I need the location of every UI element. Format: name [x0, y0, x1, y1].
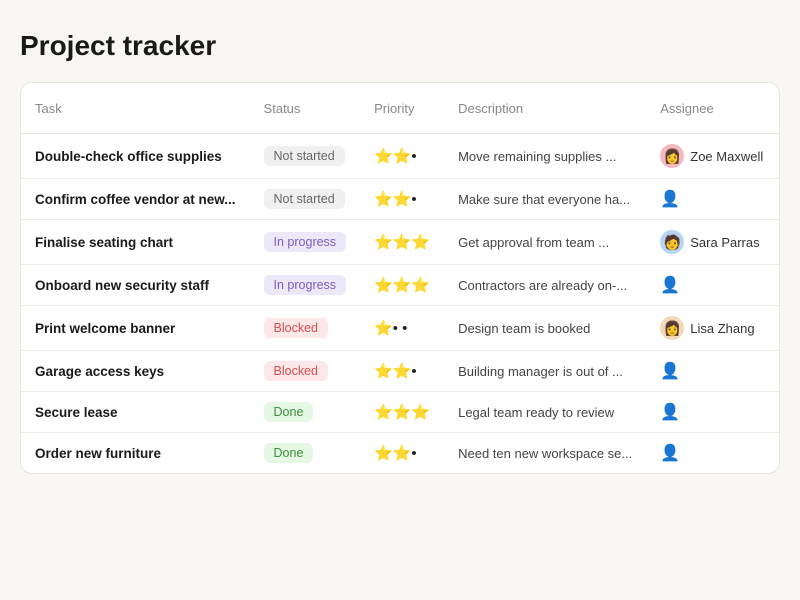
task-name: Order new furniture	[35, 446, 161, 461]
task-name: Secure lease	[35, 405, 118, 420]
priority-stars: ⭐⭐•	[374, 148, 417, 165]
col-header-task: Task	[21, 83, 250, 134]
status-badge: Done	[264, 443, 314, 463]
priority-stars: ⭐• •	[374, 320, 407, 337]
assignee-name: Lisa Zhang	[690, 321, 754, 336]
person-icon: 👤	[660, 361, 680, 381]
description-text: Building manager is out of ...	[458, 364, 623, 379]
avatar: 👩	[660, 316, 684, 340]
table-header-row: Task Status Priority Description Assigne…	[21, 83, 780, 134]
col-header-assignee: Assignee	[646, 83, 777, 134]
table-row: Onboard new security staff In progress ⭐⭐⭐…	[21, 265, 780, 306]
assignee-cell: 👤	[660, 361, 763, 381]
table-row: Garage access keys Blocked ⭐⭐• Building man…	[21, 351, 780, 392]
person-icon: 👤	[660, 443, 680, 463]
assignee-name: Sara Parras	[690, 235, 759, 250]
assignee-cell: 👤	[660, 402, 763, 422]
assignee-cell: 👤	[660, 443, 763, 463]
description-text: Legal team ready to review	[458, 405, 614, 420]
col-header-duedate: Due date	[777, 83, 780, 134]
assignee-cell: 🧑 Sara Parras	[660, 230, 763, 254]
status-badge: Blocked	[264, 361, 328, 381]
status-badge: In progress	[264, 275, 347, 295]
assignee-cell: 👤	[660, 275, 763, 295]
table-row: Confirm coffee vendor at new... Not start…	[21, 179, 780, 220]
task-name: Garage access keys	[35, 364, 164, 379]
project-table: Task Status Priority Description Assigne…	[21, 83, 780, 473]
person-icon: 👤	[660, 402, 680, 422]
assignee-cell: 👤	[660, 189, 763, 209]
assignee-name: Zoe Maxwell	[690, 149, 763, 164]
priority-stars: ⭐⭐•	[374, 363, 417, 380]
avatar: 👩	[660, 144, 684, 168]
priority-stars: ⭐⭐⭐	[374, 277, 430, 294]
person-icon: 👤	[660, 275, 680, 295]
table-row: Secure lease Done ⭐⭐⭐ Legal team ready to r…	[21, 392, 780, 433]
project-table-wrapper: Task Status Priority Description Assigne…	[20, 82, 780, 474]
col-header-description: Description	[444, 83, 646, 134]
task-name: Finalise seating chart	[35, 235, 173, 250]
task-name: Confirm coffee vendor at new...	[35, 192, 236, 207]
col-header-priority: Priority	[360, 83, 444, 134]
page-container: Project tracker Task Status Priority Des…	[20, 30, 780, 474]
description-text: Contractors are already on-...	[458, 278, 627, 293]
priority-stars: ⭐⭐⭐	[374, 234, 430, 251]
table-row: Double-check office supplies Not started ⭐…	[21, 134, 780, 179]
assignee-cell: 👩 Zoe Maxwell	[660, 144, 763, 168]
description-text: Move remaining supplies ...	[458, 149, 616, 164]
page-title: Project tracker	[20, 30, 780, 62]
table-row: Print welcome banner Blocked ⭐• • Design te…	[21, 306, 780, 351]
col-header-status: Status	[250, 83, 361, 134]
description-text: Need ten new workspace se...	[458, 446, 632, 461]
status-badge: Not started	[264, 189, 345, 209]
status-badge: Not started	[264, 146, 345, 166]
priority-stars: ⭐⭐•	[374, 445, 417, 462]
table-row: Finalise seating chart In progress ⭐⭐⭐ Get …	[21, 220, 780, 265]
status-badge: Done	[264, 402, 314, 422]
priority-stars: ⭐⭐•	[374, 191, 417, 208]
description-text: Get approval from team ...	[458, 235, 609, 250]
priority-stars: ⭐⭐⭐	[374, 404, 430, 421]
task-name: Onboard new security staff	[35, 278, 209, 293]
avatar: 🧑	[660, 230, 684, 254]
task-name: Double-check office supplies	[35, 149, 222, 164]
task-name: Print welcome banner	[35, 321, 175, 336]
status-badge: In progress	[264, 232, 347, 252]
person-icon: 👤	[660, 189, 680, 209]
description-text: Design team is booked	[458, 321, 590, 336]
status-badge: Blocked	[264, 318, 328, 338]
description-text: Make sure that everyone ha...	[458, 192, 630, 207]
table-row: Order new furniture Done ⭐⭐• Need ten new w…	[21, 433, 780, 474]
assignee-cell: 👩 Lisa Zhang	[660, 316, 763, 340]
